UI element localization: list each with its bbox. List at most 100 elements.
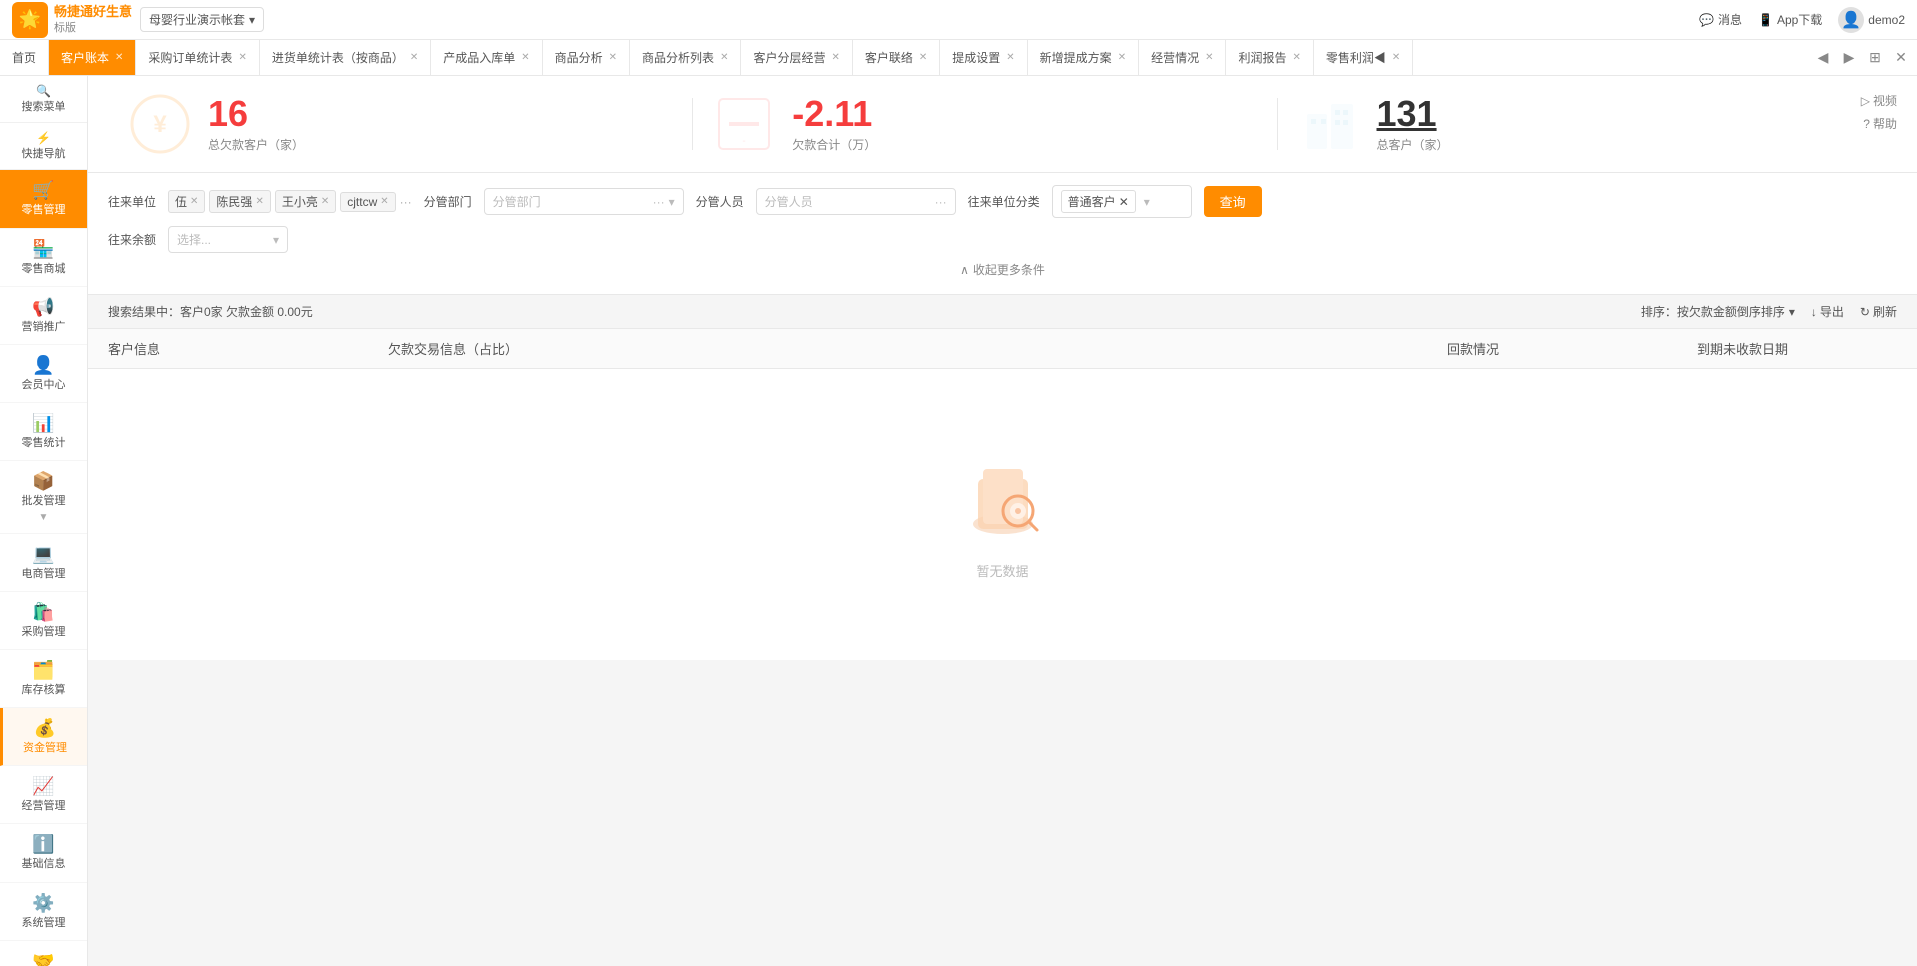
- nav-expand-btn[interactable]: ⊞: [1863, 46, 1887, 70]
- nav-next-btn[interactable]: ▶: [1837, 46, 1861, 70]
- tab-customer-ledger[interactable]: 客户账本 ✕: [49, 40, 136, 76]
- unit-tag-wang-remove[interactable]: ✕: [321, 196, 329, 207]
- unit-type-tag: 普通客户 ✕: [1061, 190, 1136, 213]
- tab-add-commission-close[interactable]: ✕: [1118, 52, 1126, 63]
- sidebar-item-wholesale[interactable]: 📦 批发管理 ▼: [0, 461, 87, 533]
- svg-text:-: -: [743, 136, 746, 147]
- tab-operations-close[interactable]: ✕: [1205, 52, 1213, 63]
- stats-right-actions: ▷ 视频 ? 帮助: [1861, 92, 1897, 156]
- tab-customer-contact-label: 客户联络: [865, 49, 913, 66]
- tab-product-analysis-list[interactable]: 商品分析列表 ✕: [630, 40, 741, 76]
- collapse-up-icon: ∧: [960, 263, 969, 277]
- unit-tag-cjttcw-remove[interactable]: ✕: [380, 196, 388, 207]
- sidebar-item-basic-info[interactable]: ℹ️ 基础信息: [0, 824, 87, 882]
- tab-customer-tier[interactable]: 客户分层经营 ✕: [741, 40, 852, 76]
- tab-customer-ledger-close[interactable]: ✕: [115, 52, 123, 63]
- result-info: 搜索结果中：客户0家 欠款金额 0.00元: [108, 303, 313, 320]
- nav-prev-btn[interactable]: ◀: [1811, 46, 1835, 70]
- tab-commission-settings-close[interactable]: ✕: [1006, 52, 1014, 63]
- unit-tag-chen-remove[interactable]: ✕: [255, 196, 263, 207]
- unit-filter-label: 往来单位: [108, 193, 156, 210]
- refresh-btn[interactable]: ↻ 刷新: [1860, 303, 1897, 320]
- tab-operations[interactable]: 经营情况 ✕: [1139, 40, 1226, 76]
- tab-product-analysis[interactable]: 商品分析 ✕: [543, 40, 630, 76]
- tab-purchase-stats-close[interactable]: ✕: [410, 52, 418, 63]
- sidebar-item-enterprise[interactable]: 🤝 企业协同: [0, 941, 87, 966]
- tab-retail-profit[interactable]: 零售利润◀ ✕: [1314, 40, 1413, 76]
- sidebar-item-operations[interactable]: 📈 经营管理: [0, 766, 87, 824]
- tab-product-analysis-close[interactable]: ✕: [609, 52, 617, 63]
- filter-row-2: 往来余额 选择... ▾: [108, 226, 1897, 253]
- stat-total-debt-info: -2.11 欠款合计（万）: [792, 96, 876, 153]
- tab-product-analysis-list-label: 商品分析列表: [642, 49, 714, 66]
- sidebar-item-inventory[interactable]: 🗂️ 库存核算: [0, 650, 87, 708]
- sidebar-item-purchase[interactable]: 🛍️ 采购管理: [0, 592, 87, 650]
- tab-home[interactable]: 首页: [0, 40, 49, 76]
- balance-chevron-icon: ▾: [273, 233, 279, 247]
- tab-product-entry[interactable]: 产成品入库单 ✕: [431, 40, 542, 76]
- nav-close-btn[interactable]: ✕: [1889, 46, 1913, 70]
- tab-retail-profit-close[interactable]: ✕: [1392, 52, 1400, 63]
- sidebar-item-retail[interactable]: 🛒 零售管理: [0, 170, 87, 228]
- tab-customer-contact[interactable]: 客户联络 ✕: [853, 40, 940, 76]
- tab-customer-tier-close[interactable]: ✕: [831, 52, 839, 63]
- sort-select[interactable]: 排序：按欠款金额倒序排序 ▾: [1641, 303, 1795, 320]
- sidebar-item-ecommerce[interactable]: 💻 电商管理: [0, 534, 87, 592]
- message-btn[interactable]: 💬 消息: [1699, 11, 1742, 28]
- app-download-btn[interactable]: 📱 App下载: [1758, 11, 1822, 28]
- video-btn[interactable]: ▷ 视频: [1861, 92, 1897, 109]
- sidebar-search[interactable]: 🔍 搜索菜单: [0, 76, 87, 123]
- minus-bg-icon: -: [712, 92, 776, 156]
- tab-purchase-stats[interactable]: 进货单统计表（按商品） ✕: [260, 40, 431, 76]
- data-table: 客户信息 欠款交易信息（占比） 回款情况 到期未收款日期: [88, 329, 1917, 660]
- filter-area: 往来单位 伍 ✕ 陈民强 ✕ 王小亮 ✕ cjttcw: [88, 173, 1917, 295]
- logo-area: 🌟 畅捷通好生意 标版: [12, 2, 132, 38]
- user-menu[interactable]: 👤 demo2: [1838, 7, 1905, 33]
- query-button[interactable]: 查询: [1204, 186, 1262, 217]
- tab-commission-settings-label: 提成设置: [952, 49, 1000, 66]
- tab-product-analysis-list-close[interactable]: ✕: [720, 52, 728, 63]
- sidebar-item-member[interactable]: 👤 会员中心: [0, 345, 87, 403]
- sidebar-finance-label: 资金管理: [23, 742, 67, 755]
- sidebar-item-retail-mall[interactable]: 🏪 零售商城: [0, 229, 87, 287]
- collapse-btn[interactable]: ∧ 收起更多条件: [960, 261, 1045, 278]
- export-btn[interactable]: ↓ 导出: [1811, 303, 1844, 320]
- account-name: 母婴行业演示帐套: [149, 11, 245, 28]
- tab-purchase-order[interactable]: 采购订单统计表 ✕: [136, 40, 259, 76]
- unit-tag-more[interactable]: ···: [400, 195, 412, 209]
- main-layout: 🔍 搜索菜单 ⚡ 快捷导航 🛒 零售管理 🏪 零售商城 📢 营销推广 👤 会员中…: [0, 76, 1917, 966]
- col-due-date: 到期未收款日期: [1697, 339, 1897, 358]
- sidebar-item-system[interactable]: ⚙️ 系统管理: [0, 883, 87, 941]
- tab-commission-settings[interactable]: 提成设置 ✕: [940, 40, 1027, 76]
- tab-profit-report-close[interactable]: ✕: [1293, 52, 1301, 63]
- balance-filter-select[interactable]: 选择... ▾: [168, 226, 288, 253]
- account-selector[interactable]: 母婴行业演示帐套 ▾: [140, 7, 264, 32]
- dept-filter-select[interactable]: 分管部门 ··· ▾: [484, 188, 684, 215]
- nav-tabs: 首页 客户账本 ✕ 采购订单统计表 ✕ 进货单统计表（按商品） ✕ 产成品入库单…: [0, 40, 1917, 76]
- sidebar: 🔍 搜索菜单 ⚡ 快捷导航 🛒 零售管理 🏪 零售商城 📢 营销推广 👤 会员中…: [0, 76, 88, 966]
- person-filter-select[interactable]: 分管人员 ···: [756, 188, 956, 215]
- unit-tag-wu-text: 伍: [175, 193, 187, 210]
- sidebar-item-marketing[interactable]: 📢 营销推广: [0, 287, 87, 345]
- help-btn[interactable]: ? 帮助: [1863, 115, 1897, 132]
- tab-customer-contact-close[interactable]: ✕: [919, 52, 927, 63]
- svg-text:¥: ¥: [153, 111, 167, 138]
- purchase-icon: 🛍️: [32, 602, 54, 623]
- sidebar-item-retail-stats[interactable]: 📊 零售统计: [0, 403, 87, 461]
- sidebar-inventory-label: 库存核算: [22, 684, 66, 697]
- tab-profit-report[interactable]: 利润报告 ✕: [1226, 40, 1313, 76]
- avatar: 👤: [1838, 7, 1864, 33]
- sidebar-quick-nav[interactable]: ⚡ 快捷导航: [0, 123, 87, 170]
- tab-add-commission[interactable]: 新增提成方案 ✕: [1028, 40, 1139, 76]
- tab-product-entry-close[interactable]: ✕: [521, 52, 529, 63]
- unit-type-select[interactable]: 普通客户 ✕ ▾: [1052, 185, 1192, 218]
- sidebar-item-finance[interactable]: 💰 资金管理: [0, 708, 87, 766]
- unit-type-tag-remove[interactable]: ✕: [1119, 195, 1129, 209]
- mall-icon: 🏪: [32, 239, 54, 260]
- video-icon: ▷: [1861, 94, 1870, 108]
- tab-customer-ledger-label: 客户账本: [61, 49, 109, 66]
- logo-text-area: 畅捷通好生意 标版: [54, 4, 132, 36]
- tab-purchase-order-close[interactable]: ✕: [238, 52, 246, 63]
- unit-tag-wu-remove[interactable]: ✕: [190, 196, 198, 207]
- retail-icon: 🛒: [32, 180, 54, 201]
